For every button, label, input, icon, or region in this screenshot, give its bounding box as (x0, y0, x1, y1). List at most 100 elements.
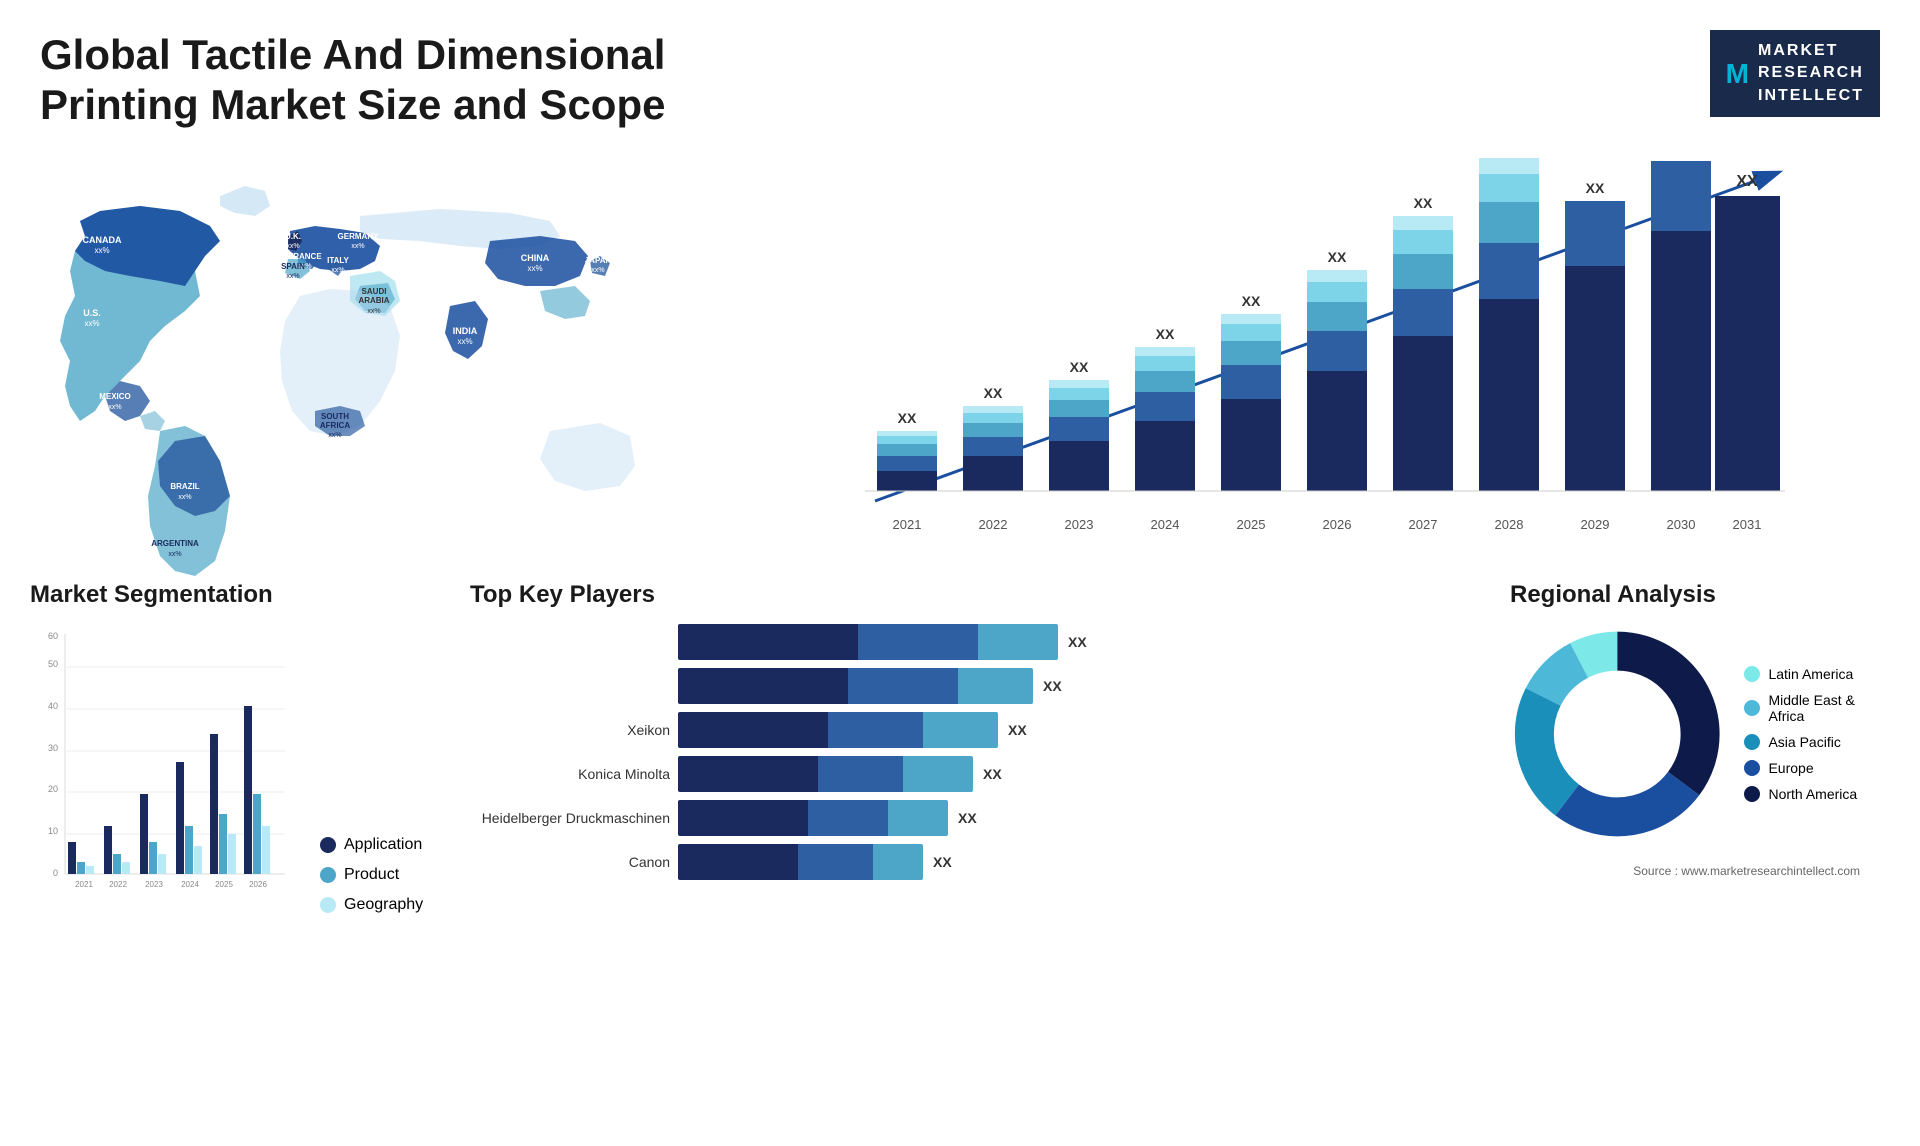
player-label-canon: XX (933, 854, 952, 870)
player-bar-konica (678, 756, 973, 792)
legend-item-geography: Geography (320, 896, 423, 914)
svg-text:XX: XX (898, 410, 917, 426)
legend-item-application: Application (320, 836, 423, 854)
svg-text:30: 30 (48, 743, 58, 753)
svg-text:2023: 2023 (1065, 517, 1094, 532)
svg-text:MEXICO: MEXICO (99, 392, 131, 401)
player-name-canon: Canon (470, 854, 670, 870)
regional-dot-asia-pacific (1744, 734, 1760, 750)
donut-chart-svg (1510, 624, 1724, 844)
regional-dot-latin-america (1744, 666, 1760, 682)
legend-item-product: Product (320, 866, 423, 884)
player-bar-seg3-1 (978, 624, 1058, 660)
player-bar-seg2-xeikon (828, 712, 923, 748)
player-bar-seg2-2 (848, 668, 958, 704)
regional-dot-north-america (1744, 786, 1760, 802)
players-section: Top Key Players XX (450, 581, 1490, 1111)
svg-text:ITALY: ITALY (327, 256, 349, 265)
player-bar-container-2: XX (678, 668, 1470, 704)
svg-text:XX: XX (1672, 151, 1691, 154)
player-bar-container-1: XX (678, 624, 1470, 660)
svg-text:ARGENTINA: ARGENTINA (151, 539, 199, 548)
regional-label-latin-america: Latin America (1768, 666, 1853, 682)
player-bar-seg1-canon (678, 844, 798, 880)
player-bar-container-heidelberger: XX (678, 800, 1470, 836)
bottom-section: Market Segmentation 0 10 20 30 40 50 60 (0, 571, 1920, 1131)
svg-text:2021: 2021 (75, 880, 93, 889)
svg-text:60: 60 (48, 631, 58, 641)
regional-label-europe: Europe (1768, 760, 1813, 776)
player-label-xeikon: XX (1008, 722, 1027, 738)
svg-text:2025: 2025 (1237, 517, 1266, 532)
player-bar-container-xeikon: XX (678, 712, 1470, 748)
legend-dot-product (320, 867, 336, 883)
player-label-heidelberger: XX (958, 810, 977, 826)
player-bar-heidelberger (678, 800, 948, 836)
svg-text:xx%: xx% (178, 494, 191, 501)
svg-text:xx%: xx% (328, 432, 341, 439)
player-bar-seg2-1 (858, 624, 978, 660)
svg-text:xx%: xx% (94, 246, 109, 255)
page-title: Global Tactile And Dimensional Printing … (40, 30, 740, 131)
svg-text:SOUTH: SOUTH (321, 412, 349, 421)
player-bar-xeikon (678, 712, 998, 748)
legend-label-application: Application (344, 836, 422, 854)
player-bar-canon (678, 844, 923, 880)
svg-text:SAUDI: SAUDI (362, 287, 387, 296)
legend-label-product: Product (344, 866, 399, 884)
regional-dot-europe (1744, 760, 1760, 776)
svg-text:XX: XX (1070, 359, 1089, 375)
player-label-konica: XX (983, 766, 1002, 782)
logo-area: M MARKET RESEARCH INTELLECT (1710, 30, 1880, 117)
player-bar-seg2-konica (818, 756, 903, 792)
player-bar-seg3-xeikon (923, 712, 998, 748)
legend-label-geography: Geography (344, 896, 423, 914)
logo-line3: INTELLECT (1758, 85, 1864, 107)
svg-text:xx%: xx% (457, 337, 472, 346)
player-bar-1 (678, 624, 1058, 660)
player-bar-seg1-heidelberger (678, 800, 808, 836)
player-bar-seg3-konica (903, 756, 973, 792)
segmentation-chart-svg: 0 10 20 30 40 50 60 2021 (30, 624, 290, 914)
svg-text:JAPAN: JAPAN (585, 256, 612, 265)
player-row-xeikon: Xeikon XX (470, 712, 1470, 748)
legend-dot-geography (320, 897, 336, 913)
svg-text:U.S.: U.S. (83, 308, 101, 318)
svg-text:CANADA: CANADA (83, 235, 122, 245)
player-bar-2 (678, 668, 1033, 704)
page-header: Global Tactile And Dimensional Printing … (0, 0, 1920, 141)
player-bar-container-canon: XX (678, 844, 1470, 880)
svg-text:2028: 2028 (1495, 517, 1524, 532)
player-bar-seg2-heidelberger (808, 800, 888, 836)
svg-text:2024: 2024 (181, 880, 199, 889)
svg-text:xx%: xx% (108, 404, 121, 411)
svg-text:2023: 2023 (145, 880, 163, 889)
svg-text:2021: 2021 (893, 517, 922, 532)
segmentation-legend: Application Product Geography (320, 836, 423, 914)
svg-text:2024: 2024 (1151, 517, 1180, 532)
svg-text:2025: 2025 (215, 880, 233, 889)
player-name-heidelberger: Heidelberger Druckmaschinen (470, 810, 670, 826)
regional-dot-mea (1744, 700, 1760, 716)
svg-text:2031: 2031 (1733, 517, 1762, 532)
player-name-xeikon: Xeikon (470, 722, 670, 738)
svg-text:XX: XX (1242, 293, 1261, 309)
svg-text:xx%: xx% (286, 243, 299, 250)
player-bar-seg1-2 (678, 668, 848, 704)
svg-text:ARABIA: ARABIA (358, 296, 389, 305)
donut-area: Latin America Middle East & Africa Asia … (1510, 624, 1890, 844)
svg-text:0: 0 (53, 868, 58, 878)
top-section: CANADA xx% U.S. xx% MEXICO xx% BRAZIL xx… (0, 141, 1920, 571)
world-map-container: CANADA xx% U.S. xx% MEXICO xx% BRAZIL xx… (20, 141, 700, 571)
player-row-2: XX (470, 668, 1470, 704)
svg-text:xx%: xx% (84, 319, 99, 328)
regional-label-north-america: North America (1768, 786, 1857, 802)
player-bar-container-konica: XX (678, 756, 1470, 792)
player-name-konica: Konica Minolta (470, 766, 670, 782)
regional-legend-mea: Middle East & Africa (1744, 692, 1890, 724)
svg-text:2030: 2030 (1667, 517, 1696, 532)
player-bar-seg3-heidelberger (888, 800, 948, 836)
svg-text:2029: 2029 (1581, 517, 1610, 532)
svg-text:xx%: xx% (168, 551, 181, 558)
bar-chart-section: XX XX XX XX (700, 141, 1900, 571)
